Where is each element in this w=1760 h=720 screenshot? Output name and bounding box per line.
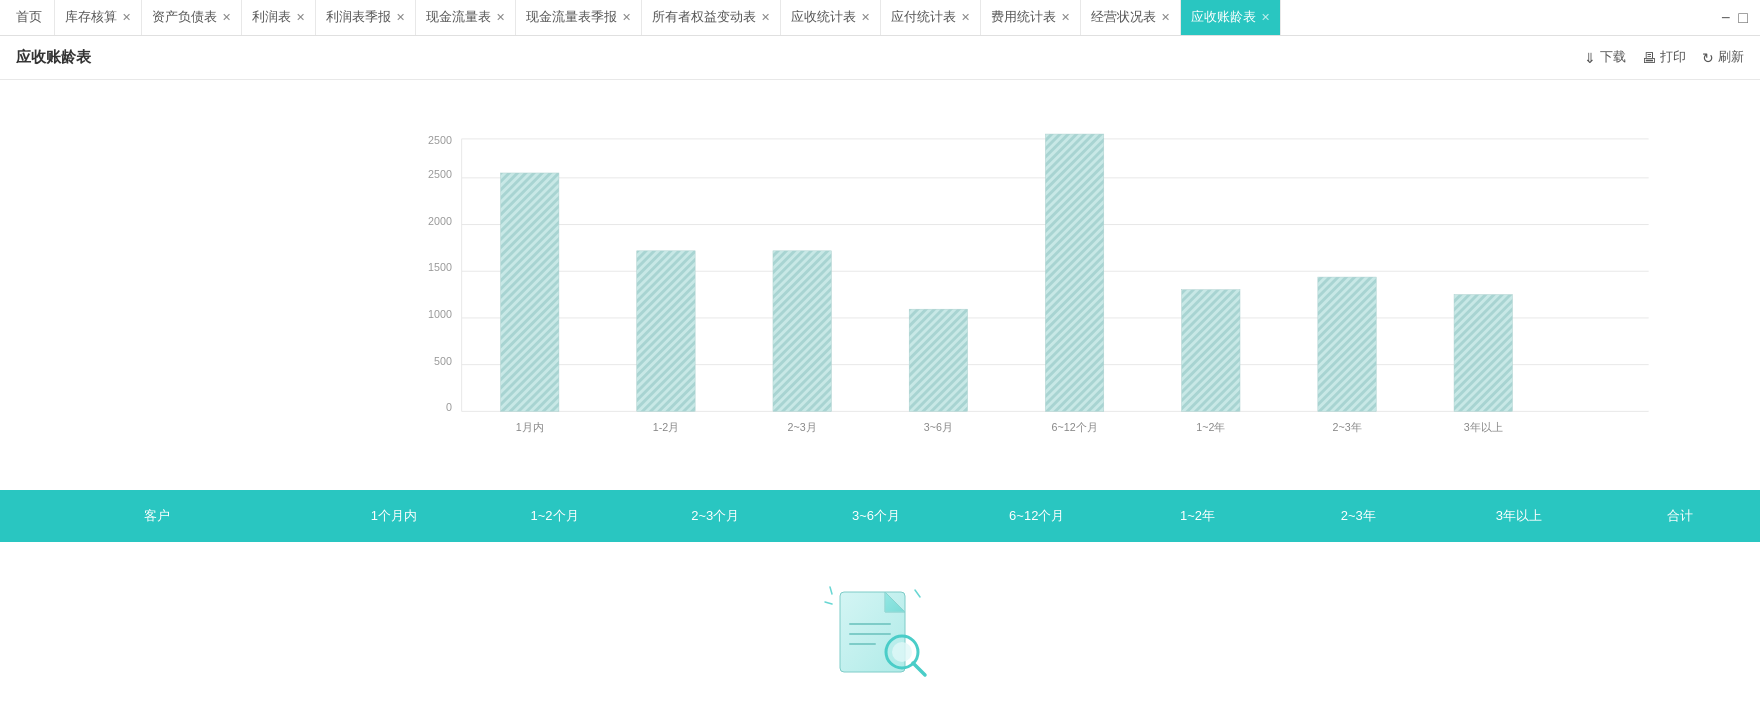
tab-label-2: 利润表 — [252, 9, 291, 26]
tab-close-1[interactable]: ✕ — [222, 11, 231, 24]
tab-close-9[interactable]: ✕ — [1061, 11, 1070, 24]
tab-item-4[interactable]: 现金流量表 ✕ — [416, 0, 516, 36]
main-content: 0 500 1000 1500 2000 2500 2500 — [0, 80, 1760, 720]
refresh-button[interactable]: ↻ 刷新 — [1702, 49, 1744, 66]
page-title: 应收账龄表 — [16, 48, 91, 67]
refresh-icon: ↻ — [1702, 50, 1714, 66]
tab-label-6: 所有者权益变动表 — [652, 9, 756, 26]
tab-item-8[interactable]: 应付统计表 ✕ — [881, 0, 981, 36]
col-header-m3-6: 3~6个月 — [796, 507, 957, 525]
tab-close-2[interactable]: ✕ — [296, 11, 305, 24]
svg-text:1000: 1000 — [428, 308, 452, 320]
svg-text:500: 500 — [434, 355, 452, 367]
svg-text:2500: 2500 — [428, 134, 452, 146]
svg-rect-23 — [1182, 290, 1240, 412]
svg-rect-25 — [1454, 295, 1512, 412]
svg-rect-20 — [773, 251, 831, 412]
tab-home[interactable]: 首页 — [4, 0, 55, 36]
svg-text:1500: 1500 — [428, 261, 452, 273]
maximize-icon[interactable]: □ — [1738, 9, 1748, 27]
tab-close-0[interactable]: ✕ — [122, 11, 131, 24]
download-label: 下载 — [1600, 49, 1626, 66]
tab-item-5[interactable]: 现金流量表季报 ✕ — [516, 0, 642, 36]
svg-rect-21 — [909, 309, 967, 411]
tab-label-7: 应收统计表 — [791, 9, 856, 26]
svg-text:6~12个月: 6~12个月 — [1052, 421, 1098, 433]
svg-text:0: 0 — [446, 401, 452, 413]
tab-close-6[interactable]: ✕ — [761, 11, 770, 24]
svg-text:2~3年: 2~3年 — [1332, 421, 1361, 433]
svg-point-39 — [892, 642, 912, 662]
svg-text:1-2月: 1-2月 — [653, 421, 679, 433]
refresh-label: 刷新 — [1718, 49, 1744, 66]
tab-bar: 首页 库存核算 ✕ 资产负债表 ✕ 利润表 ✕ 利润表季报 ✕ 现金流量表 ✕ … — [0, 0, 1760, 36]
tab-bar-actions: − □ — [1713, 9, 1756, 27]
chart-area: 0 500 1000 1500 2000 2500 2500 — [0, 80, 1760, 490]
tab-item-6[interactable]: 所有者权益变动表 ✕ — [642, 0, 781, 36]
header-actions: ⇓ 下载 🖶 打印 ↻ 刷新 — [1584, 49, 1744, 66]
svg-text:2~3月: 2~3月 — [788, 421, 817, 433]
tab-item-2[interactable]: 利润表 ✕ — [242, 0, 316, 36]
tab-close-5[interactable]: ✕ — [622, 11, 631, 24]
tab-close-11[interactable]: ✕ — [1261, 11, 1270, 24]
tab-label-9: 费用统计表 — [991, 9, 1056, 26]
col-header-m2-3: 2~3个月 — [635, 507, 796, 525]
tab-label-0: 库存核算 — [65, 9, 117, 26]
table-body — [0, 542, 1760, 720]
page-header: 应收账龄表 ⇓ 下载 🖶 打印 ↻ 刷新 — [0, 36, 1760, 80]
print-label: 打印 — [1660, 49, 1686, 66]
svg-line-43 — [915, 590, 920, 597]
tab-close-4[interactable]: ✕ — [496, 11, 505, 24]
minimize-icon[interactable]: − — [1721, 9, 1730, 27]
col-header-m6-12: 6~12个月 — [956, 507, 1117, 525]
svg-text:3年以上: 3年以上 — [1464, 421, 1503, 433]
table-header: 客户 1个月内 1~2个月 2~3个月 3~6个月 6~12个月 1~2年 2~… — [0, 490, 1760, 542]
tab-item-9[interactable]: 费用统计表 ✕ — [981, 0, 1081, 36]
svg-text:2000: 2000 — [428, 215, 452, 227]
download-button[interactable]: ⇓ 下载 — [1584, 49, 1626, 66]
tab-item-11[interactable]: 应收账龄表 ✕ — [1181, 0, 1281, 36]
tab-item-7[interactable]: 应收统计表 ✕ — [781, 0, 881, 36]
svg-line-41 — [830, 587, 832, 594]
svg-rect-19 — [637, 251, 695, 412]
download-icon: ⇓ — [1584, 50, 1596, 66]
print-button[interactable]: 🖶 打印 — [1642, 49, 1686, 66]
col-header-m1-2: 1~2个月 — [474, 507, 635, 525]
svg-text:3~6月: 3~6月 — [924, 421, 953, 433]
tab-close-8[interactable]: ✕ — [961, 11, 970, 24]
tab-item-0[interactable]: 库存核算 ✕ — [55, 0, 142, 36]
tab-label-11: 应收账龄表 — [1191, 9, 1256, 26]
tab-close-7[interactable]: ✕ — [861, 11, 870, 24]
bar-chart: 0 500 1000 1500 2000 2500 2500 — [40, 100, 1720, 460]
tab-close-3[interactable]: ✕ — [396, 11, 405, 24]
svg-text:1~2年: 1~2年 — [1196, 421, 1225, 433]
tab-item-3[interactable]: 利润表季报 ✕ — [316, 0, 416, 36]
svg-text:1月内: 1月内 — [516, 421, 544, 433]
svg-rect-24 — [1318, 277, 1376, 411]
svg-text:2500: 2500 — [428, 168, 452, 180]
svg-line-40 — [913, 663, 925, 675]
tab-label-3: 利润表季报 — [326, 9, 391, 26]
tab-item-10[interactable]: 经营状况表 ✕ — [1081, 0, 1181, 36]
col-header-total: 合计 — [1599, 507, 1760, 525]
col-header-y3plus: 3年以上 — [1439, 507, 1600, 525]
empty-state — [820, 562, 940, 702]
col-header-m1: 1个月内 — [313, 507, 474, 525]
tab-close-10[interactable]: ✕ — [1161, 11, 1170, 24]
print-icon: 🖶 — [1642, 50, 1656, 66]
tab-label-8: 应付统计表 — [891, 9, 956, 26]
svg-rect-18 — [501, 173, 559, 411]
tab-label-1: 资产负债表 — [152, 9, 217, 26]
tab-item-1[interactable]: 资产负债表 ✕ — [142, 0, 242, 36]
svg-rect-22 — [1045, 134, 1103, 411]
col-header-y2-3: 2~3年 — [1278, 507, 1439, 525]
empty-icon — [820, 582, 940, 682]
svg-line-42 — [825, 602, 832, 604]
tab-label-5: 现金流量表季报 — [526, 9, 617, 26]
tab-label-4: 现金流量表 — [426, 9, 491, 26]
col-header-customer: 客户 — [0, 507, 313, 525]
col-header-y1-2: 1~2年 — [1117, 507, 1278, 525]
tab-label-10: 经营状况表 — [1091, 9, 1156, 26]
